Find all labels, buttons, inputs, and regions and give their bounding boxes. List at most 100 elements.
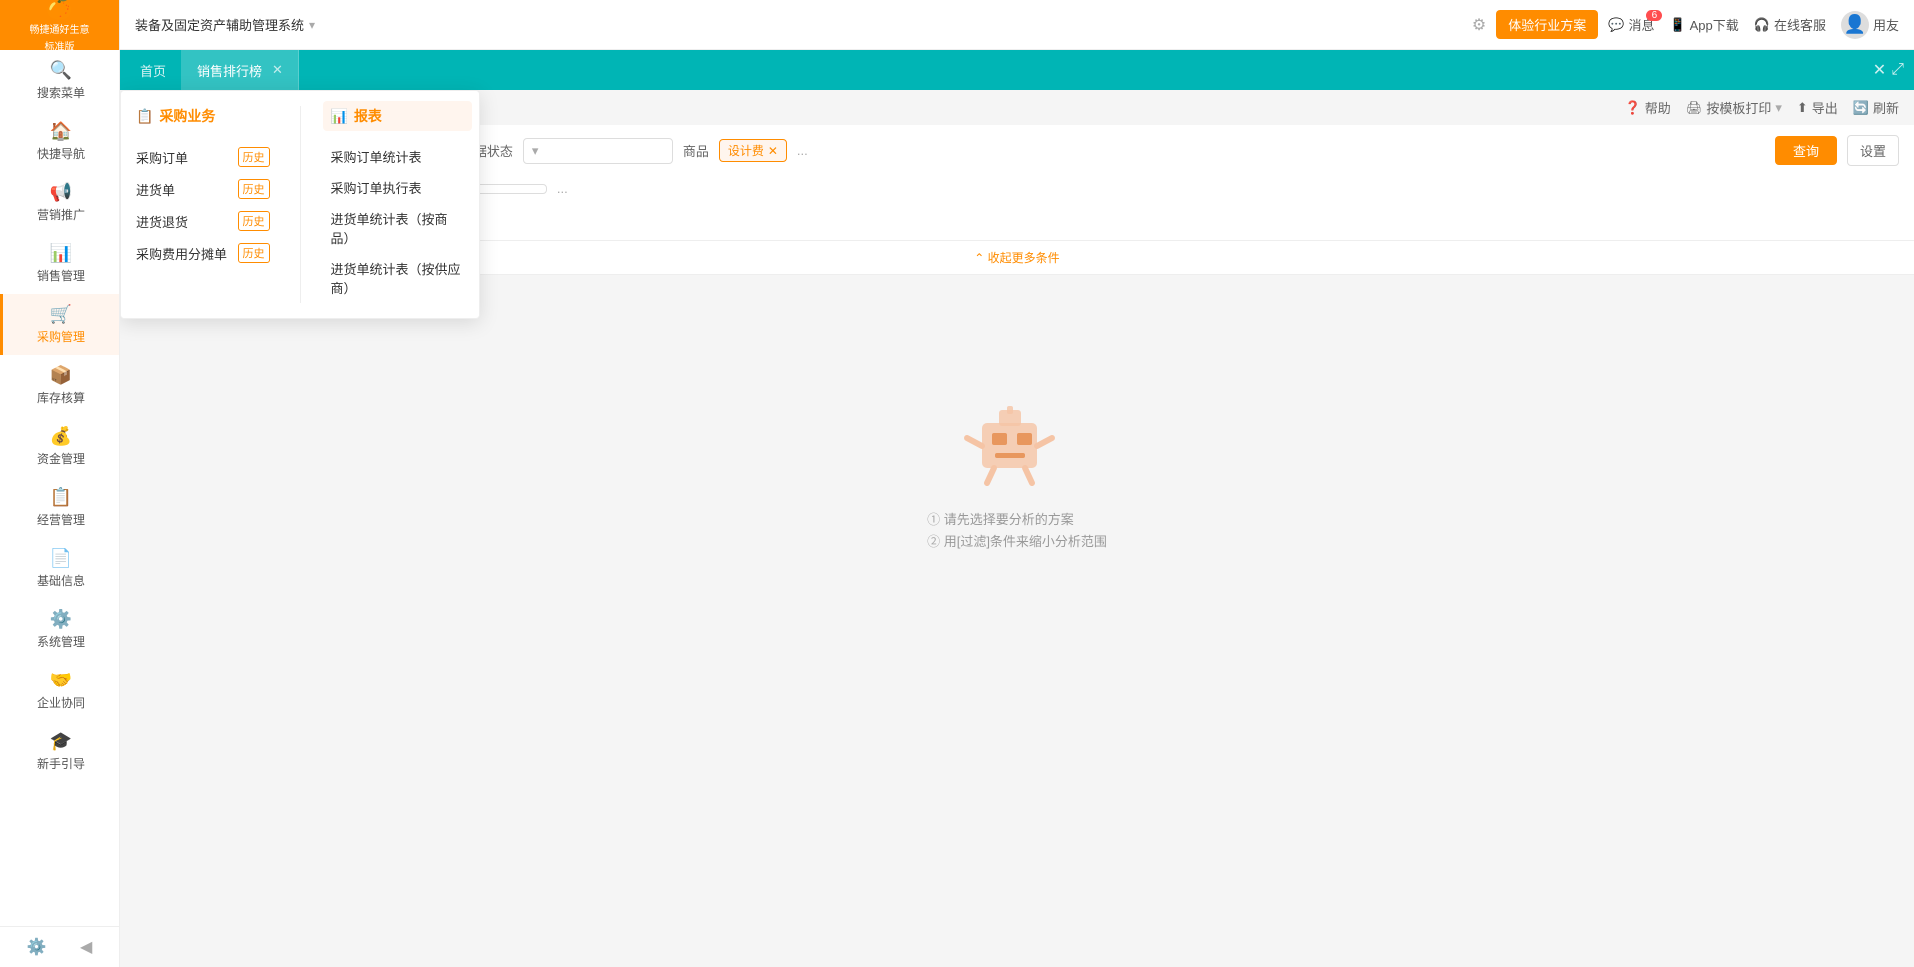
industry-btn[interactable]: 体验行业方案 bbox=[1496, 10, 1598, 39]
goods-tag-close-icon[interactable]: ✕ bbox=[768, 144, 778, 158]
inbound-history-badge: 历史 bbox=[238, 179, 270, 199]
close-tab-icon[interactable]: ✕ bbox=[1873, 60, 1886, 80]
settings-button[interactable]: 设置 bbox=[1847, 135, 1899, 166]
report-purchase-exec[interactable]: 采购订单执行表 bbox=[331, 172, 465, 203]
sidebar-item-sales[interactable]: 📊 销售管理 bbox=[0, 233, 119, 294]
help-btn[interactable]: ❓ 帮助 bbox=[1625, 98, 1671, 117]
return-item[interactable]: 进货退货 历史 bbox=[136, 205, 270, 237]
help-icon: ❓ bbox=[1625, 100, 1641, 116]
sidebar-item-system-label: 系统管理 bbox=[37, 633, 85, 650]
export-btn[interactable]: ⬆ 导出 bbox=[1797, 98, 1838, 117]
sidebar-item-marketing-label: 营销推广 bbox=[37, 206, 85, 223]
app-logo: 🍊 畅捷通好生意 标准版 bbox=[0, 0, 119, 50]
refresh-label: 刷新 bbox=[1873, 98, 1899, 117]
empty-hint-2: ② 用[过滤]条件来缩小分析范围 bbox=[927, 531, 1107, 550]
empty-illustration bbox=[957, 398, 1077, 491]
goods-tag[interactable]: 设计费 ✕ bbox=[719, 139, 787, 162]
logo-icon: 🍊 bbox=[46, 0, 73, 19]
print-btn[interactable]: 🖨 按模板打印 ▾ bbox=[1686, 98, 1782, 117]
sidebar-item-search[interactable]: 🔍 搜索菜单 bbox=[0, 50, 119, 111]
help-label: 帮助 bbox=[1645, 98, 1671, 117]
tab-home-label: 首页 bbox=[140, 61, 166, 80]
user-item[interactable]: 👤 用友 bbox=[1841, 11, 1899, 39]
topbar: 装备及固定资产辅助管理系统 ▾ ⚙ 体验行业方案 💬 消息 6 📱 App下载 … bbox=[120, 0, 1914, 50]
topbar-right: 💬 消息 6 📱 App下载 🎧 在线客服 👤 用友 bbox=[1608, 11, 1899, 39]
headset-icon: 🎧 bbox=[1754, 17, 1770, 33]
sidebar-item-finance[interactable]: 💰 资金管理 bbox=[0, 416, 119, 477]
tab-home[interactable]: 首页 bbox=[125, 50, 182, 90]
return-label: 进货退货 bbox=[136, 212, 188, 231]
empty-svg bbox=[957, 398, 1077, 488]
refresh-icon: 🔄 bbox=[1853, 100, 1869, 116]
dropdown-columns: 📋 采购业务 采购订单 历史 进货单 历史 进货退货 历史 bbox=[136, 106, 464, 303]
notification-badge: 6 bbox=[1646, 10, 1662, 21]
app-download-item[interactable]: 📱 App下载 bbox=[1669, 15, 1738, 34]
notifications-item[interactable]: 💬 消息 6 bbox=[1608, 15, 1654, 34]
expand-icon[interactable]: ⤢ bbox=[1891, 61, 1904, 79]
reports-col-header: 📊 报表 bbox=[323, 101, 473, 131]
tab-sales-rank[interactable]: 销售排行榜 ✕ bbox=[182, 50, 299, 90]
refresh-btn[interactable]: 🔄 刷新 bbox=[1853, 98, 1899, 117]
tab-sales-rank-label: 销售排行榜 bbox=[197, 61, 262, 80]
settings-icon[interactable]: ⚙️ bbox=[27, 937, 47, 957]
collapse-text: ⌃ 收起更多条件 bbox=[974, 251, 1059, 265]
sidebar: 🍊 畅捷通好生意 标准版 🔍 搜索菜单 🏠 快捷导航 📢 营销推广 📊 销售管理… bbox=[0, 0, 120, 967]
operations-icon: 📋 bbox=[50, 487, 72, 508]
purchase-header-icon: 📋 bbox=[136, 108, 153, 125]
sidebar-item-system[interactable]: ⚙️ 系统管理 bbox=[0, 599, 119, 660]
filter-dots-4[interactable]: ... bbox=[557, 181, 568, 196]
filter-dots-2[interactable]: ... bbox=[797, 143, 808, 158]
filter-actions: 查询 设置 bbox=[1775, 135, 1899, 166]
sidebar-item-inventory[interactable]: 📦 库存核算 bbox=[0, 355, 119, 416]
guide-icon: 🎓 bbox=[50, 731, 72, 752]
sidebar-item-basic-info[interactable]: 📄 基础信息 bbox=[0, 538, 119, 599]
dropdown-menu: 📋 采购业务 采购订单 历史 进货单 历史 进货退货 历史 bbox=[120, 90, 480, 319]
purchase-column: 📋 采购业务 采购订单 历史 进货单 历史 进货退货 历史 bbox=[136, 106, 270, 303]
cost-history-badge: 历史 bbox=[238, 243, 270, 263]
sidebar-item-finance-label: 资金管理 bbox=[37, 450, 85, 467]
purchase-order-history-badge: 历史 bbox=[238, 147, 270, 167]
system-icon: ⚙️ bbox=[50, 609, 72, 630]
online-service-label: 在线客服 bbox=[1774, 15, 1826, 34]
inbound-item[interactable]: 进货单 历史 bbox=[136, 173, 270, 205]
chevron-down-icon[interactable]: ▾ bbox=[309, 18, 315, 32]
sidebar-nav: 🔍 搜索菜单 🏠 快捷导航 📢 营销推广 📊 销售管理 🛒 采购管理 📦 库存核… bbox=[0, 50, 119, 926]
sidebar-item-operations[interactable]: 📋 经营管理 bbox=[0, 477, 119, 538]
sidebar-item-guide[interactable]: 🎓 新手引导 bbox=[0, 721, 119, 782]
report-purchase-stat[interactable]: 采购订单统计表 bbox=[331, 141, 465, 172]
system-title: 装备及固定资产辅助管理系统 ▾ bbox=[135, 15, 1457, 34]
tabbar: 首页 销售排行榜 ✕ ✕ ⤢ 📋 采购业务 采购订单 历史 bbox=[120, 50, 1914, 90]
print-label: 按模板打印 bbox=[1706, 98, 1771, 117]
purchase-order-item[interactable]: 采购订单 历史 bbox=[136, 141, 270, 173]
sidebar-item-purchase-label: 采购管理 bbox=[37, 328, 85, 345]
report-inbound-goods-label: 进货单统计表（按商品） bbox=[331, 209, 465, 247]
sidebar-item-purchase[interactable]: 🛒 采购管理 bbox=[0, 294, 119, 355]
enterprise-icon: 🤝 bbox=[50, 670, 72, 691]
collapse-icon[interactable]: ◀ bbox=[80, 937, 92, 957]
sidebar-item-quick-nav[interactable]: 🏠 快捷导航 bbox=[0, 111, 119, 172]
report-inbound-supplier[interactable]: 进货单统计表（按供应商） bbox=[331, 253, 465, 303]
query-button[interactable]: 查询 bbox=[1775, 136, 1837, 165]
close-icon[interactable]: ✕ bbox=[272, 62, 283, 78]
online-service-item[interactable]: 🎧 在线客服 bbox=[1754, 15, 1826, 34]
report-inbound-supplier-label: 进货单统计表（按供应商） bbox=[331, 259, 465, 297]
sidebar-item-enterprise[interactable]: 🤝 企业协同 bbox=[0, 660, 119, 721]
report-inbound-goods[interactable]: 进货单统计表（按商品） bbox=[331, 203, 465, 253]
export-label: 导出 bbox=[1812, 98, 1838, 117]
basic-info-icon: 📄 bbox=[50, 548, 72, 569]
reports-header-label: 报表 bbox=[354, 106, 382, 126]
app-download-label: App下载 bbox=[1690, 15, 1739, 34]
print-chevron-icon: ▾ bbox=[1775, 100, 1782, 116]
sidebar-item-marketing[interactable]: 📢 营销推广 bbox=[0, 172, 119, 233]
status-input[interactable]: ▾ bbox=[523, 138, 673, 164]
cost-item[interactable]: 采购费用分摊单 历史 bbox=[136, 237, 270, 269]
goods-tag-value: 设计费 bbox=[728, 142, 764, 159]
purchase-icon: 🛒 bbox=[50, 304, 72, 325]
purchase-col-header: 📋 采购业务 bbox=[136, 106, 270, 131]
reports-header-icon: 📊 bbox=[331, 108, 348, 125]
gear-icon[interactable]: ⚙ bbox=[1472, 15, 1486, 35]
reports-column: 📊 报表 采购订单统计表 采购订单执行表 进货单统计表（按商品） 进货单统计表（… bbox=[331, 106, 465, 303]
inbound-label: 进货单 bbox=[136, 180, 175, 199]
print-icon: 🖨 bbox=[1686, 100, 1703, 116]
sidebar-item-enterprise-label: 企业协同 bbox=[37, 694, 85, 711]
